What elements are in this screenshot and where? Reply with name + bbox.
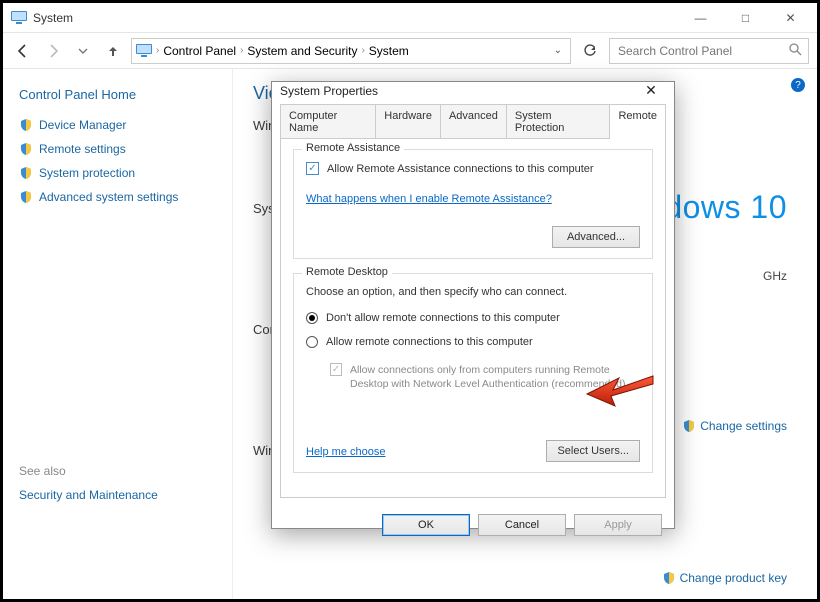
group-legend-remote-desktop: Remote Desktop xyxy=(302,266,392,278)
system-icon xyxy=(136,44,152,58)
nav-advanced-system-settings[interactable]: Advanced system settings xyxy=(19,190,216,204)
address-bar[interactable]: › Control Panel › System and Security › … xyxy=(131,38,571,64)
search-icon[interactable] xyxy=(789,43,802,59)
radio-icon xyxy=(306,336,318,348)
nav-device-manager[interactable]: Device Manager xyxy=(19,118,216,132)
back-button[interactable] xyxy=(11,39,35,63)
link-remote-assistance-help[interactable]: What happens when I enable Remote Assist… xyxy=(306,193,552,205)
radio-allow-remote[interactable]: Allow remote connections to this compute… xyxy=(306,336,533,348)
checkbox-label: Allow Remote Assistance connections to t… xyxy=(327,163,594,175)
button-cancel[interactable]: Cancel xyxy=(478,514,566,536)
breadcrumb-system[interactable]: System xyxy=(369,44,409,58)
dialog-action-bar: OK Cancel Apply xyxy=(272,506,674,548)
shield-icon xyxy=(19,118,33,132)
processor-ghz-suffix: GHz xyxy=(763,269,787,283)
address-dropdown-button[interactable]: ⌄ xyxy=(550,45,566,56)
refresh-button[interactable] xyxy=(577,38,603,64)
maximize-button[interactable]: □ xyxy=(723,4,768,32)
dialog-close-button[interactable]: ✕ xyxy=(636,82,666,99)
change-settings-label: Change settings xyxy=(700,419,787,433)
checkbox-nla[interactable]: ✓ Allow connections only from computers … xyxy=(330,363,640,391)
shield-icon xyxy=(19,142,33,156)
system-icon xyxy=(11,11,27,25)
shield-icon xyxy=(682,419,696,433)
window-buttons: — □ ✕ xyxy=(678,4,813,32)
nav-item-label: Advanced system settings xyxy=(39,190,178,204)
radio-dont-allow-remote[interactable]: Don't allow remote connections to this c… xyxy=(306,312,560,324)
group-remote-assistance: Remote Assistance ✓ Allow Remote Assista… xyxy=(293,149,653,259)
remote-desktop-intro: Choose an option, and then specify who c… xyxy=(306,286,640,298)
nav-remote-settings[interactable]: Remote settings xyxy=(19,142,216,156)
change-product-key-link[interactable]: Change product key xyxy=(662,571,787,585)
tab-system-protection[interactable]: System Protection xyxy=(506,104,611,139)
link-help-me-choose[interactable]: Help me choose xyxy=(306,446,386,458)
tab-advanced[interactable]: Advanced xyxy=(440,104,507,139)
shield-icon xyxy=(19,166,33,180)
button-apply[interactable]: Apply xyxy=(574,514,662,536)
radio-icon xyxy=(306,312,318,324)
checkbox-icon: ✓ xyxy=(330,363,342,376)
tab-computer-name[interactable]: Computer Name xyxy=(280,104,376,139)
change-product-key-label: Change product key xyxy=(680,571,787,585)
tab-remote[interactable]: Remote xyxy=(609,104,666,139)
checkbox-icon: ✓ xyxy=(306,162,319,175)
search-input[interactable] xyxy=(616,43,783,59)
radio-label: Don't allow remote connections to this c… xyxy=(326,312,560,324)
window-title-area: System xyxy=(7,11,678,25)
nav-system-protection[interactable]: System protection xyxy=(19,166,216,180)
button-ok[interactable]: OK xyxy=(382,514,470,536)
forward-button[interactable] xyxy=(41,39,65,63)
nav-item-label: Device Manager xyxy=(39,118,126,132)
see-also-security-maintenance[interactable]: Security and Maintenance xyxy=(19,488,216,502)
chevron-right-icon: › xyxy=(156,45,159,56)
search-box[interactable] xyxy=(609,38,809,64)
toolbar: › Control Panel › System and Security › … xyxy=(3,33,817,69)
chevron-right-icon: › xyxy=(361,45,364,56)
dialog-tabs: Computer Name Hardware Advanced System P… xyxy=(272,99,674,138)
group-legend-remote-assistance: Remote Assistance xyxy=(302,142,404,154)
breadcrumb-control-panel[interactable]: Control Panel xyxy=(163,44,236,58)
dialog-title: System Properties xyxy=(280,84,636,98)
checkbox-label: Allow connections only from computers ru… xyxy=(350,363,640,391)
shield-icon xyxy=(19,190,33,204)
dialog-body: Remote Assistance ✓ Allow Remote Assista… xyxy=(280,138,666,498)
left-nav: Control Panel Home Device Manager Remote… xyxy=(3,69,233,599)
breadcrumb-system-security[interactable]: System and Security xyxy=(247,44,357,58)
nav-item-label: System protection xyxy=(39,166,135,180)
up-button[interactable] xyxy=(101,39,125,63)
see-also-heading: See also xyxy=(19,464,216,478)
window-titlebar: System — □ ✕ xyxy=(3,3,817,33)
radio-label: Allow remote connections to this compute… xyxy=(326,336,533,348)
minimize-button[interactable]: — xyxy=(678,4,723,32)
close-button[interactable]: ✕ xyxy=(768,4,813,32)
window-title: System xyxy=(33,11,73,25)
checkbox-allow-remote-assistance[interactable]: ✓ Allow Remote Assistance connections to… xyxy=(306,162,594,175)
change-settings-link[interactable]: Change settings xyxy=(682,419,787,433)
system-properties-dialog: System Properties ✕ Computer Name Hardwa… xyxy=(271,81,675,529)
recent-locations-button[interactable] xyxy=(71,39,95,63)
nav-item-label: Remote settings xyxy=(39,142,126,156)
group-remote-desktop: Remote Desktop Choose an option, and the… xyxy=(293,273,653,473)
shield-icon xyxy=(662,571,676,585)
control-panel-home-link[interactable]: Control Panel Home xyxy=(19,87,216,102)
button-select-users[interactable]: Select Users... xyxy=(546,440,640,462)
dialog-titlebar: System Properties ✕ xyxy=(272,82,674,99)
tab-hardware[interactable]: Hardware xyxy=(375,104,441,139)
button-remote-assistance-advanced[interactable]: Advanced... xyxy=(552,226,640,248)
chevron-right-icon: › xyxy=(240,45,243,56)
